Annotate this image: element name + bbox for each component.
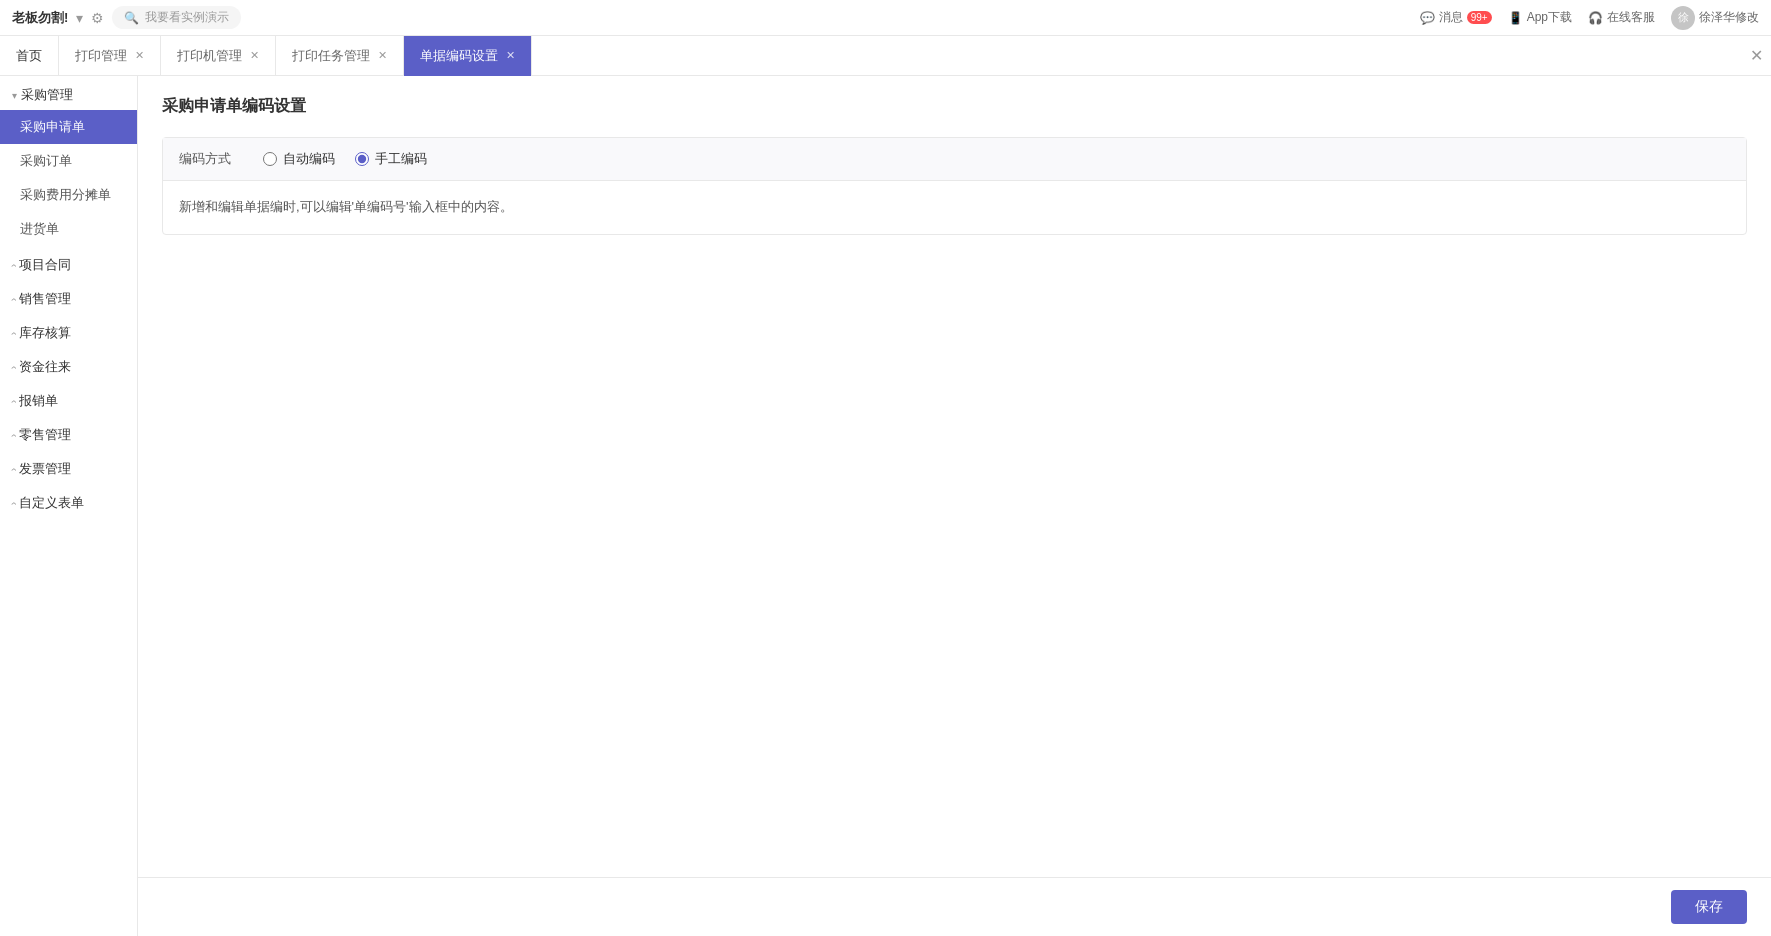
online-service-item[interactable]: 🎧 在线客服	[1588, 9, 1655, 26]
sidebar-group-invoice-mgmt: › 发票管理	[0, 450, 137, 484]
tab-print-task-mgmt[interactable]: 打印任务管理 ✕	[276, 36, 404, 76]
close-panel-icon[interactable]: ✕	[1750, 46, 1763, 65]
sidebar-group-project-contract-header[interactable]: › 项目合同	[0, 246, 137, 280]
sidebar-group-custom-forms-header[interactable]: › 自定义表单	[0, 484, 137, 518]
sidebar-group-funds-label: 资金往来	[19, 358, 71, 376]
sidebar-group-retail-header[interactable]: › 零售管理	[0, 416, 137, 450]
sidebar-group-project-contract: › 项目合同	[0, 246, 137, 280]
sidebar: ▾ 采购管理 采购申请单 采购订单 采购费用分摊单 进货单	[0, 76, 138, 936]
auto-code-label: 自动编码	[283, 150, 335, 168]
sidebar-group-custom-forms: › 自定义表单	[0, 484, 137, 518]
app-icon: 📱	[1508, 11, 1523, 25]
app-logo: 老板勿割!	[12, 9, 68, 27]
sidebar-group-purchase-mgmt-header[interactable]: ▾ 采购管理	[0, 76, 137, 110]
sidebar-group-sales-header[interactable]: › 销售管理	[0, 280, 137, 314]
encoding-radio-group: 自动编码 手工编码	[263, 150, 427, 168]
expand-arrow-invoice: ›	[8, 467, 19, 470]
settings-icon[interactable]: ⚙	[91, 10, 104, 26]
headset-icon: 🎧	[1588, 11, 1603, 25]
top-bar-left: 老板勿割! ▾ ⚙ 🔍 我要看实例演示	[12, 6, 241, 29]
hint-text: 新增和编辑单据编时,可以编辑'单编码号'输入框中的内容。	[163, 181, 1746, 234]
page-title: 采购申请单编码设置	[162, 96, 1747, 117]
top-bar-right: 💬 消息 99+ 📱 App下载 🎧 在线客服 徐 徐泽华修改	[1420, 6, 1759, 30]
encoding-row: 编码方式 自动编码 手工编码	[163, 138, 1746, 181]
manual-code-label: 手工编码	[375, 150, 427, 168]
sidebar-group-sales-label: 销售管理	[19, 290, 71, 308]
app-download-item[interactable]: 📱 App下载	[1508, 9, 1572, 26]
message-label: 消息	[1439, 9, 1463, 26]
expand-arrow-purchase: ▾	[12, 90, 17, 101]
search-icon: 🔍	[124, 11, 139, 25]
manual-code-radio[interactable]	[355, 152, 369, 166]
content-footer: 保存	[138, 877, 1771, 936]
sidebar-group-inventory-header[interactable]: › 库存核算	[0, 314, 137, 348]
sidebar-group-inventory-label: 库存核算	[19, 324, 71, 342]
sidebar-item-purchase-request[interactable]: 采购申请单	[0, 110, 137, 144]
sidebar-group-retail-label: 零售管理	[19, 426, 71, 444]
manual-code-option[interactable]: 手工编码	[355, 150, 427, 168]
app-download-label: App下载	[1527, 9, 1572, 26]
message-item[interactable]: 💬 消息 99+	[1420, 9, 1492, 26]
tab-bar: 首页 打印管理 ✕ 打印机管理 ✕ 打印任务管理 ✕ 单据编码设置 ✕ ✕	[0, 36, 1771, 76]
tab-print-mgmt-close[interactable]: ✕	[135, 49, 144, 62]
sidebar-item-stock-in[interactable]: 进货单	[0, 212, 137, 246]
tab-barcode-settings[interactable]: 单据编码设置 ✕	[404, 36, 532, 76]
main-layout: ▾ 采购管理 采购申请单 采购订单 采购费用分摊单 进货单	[0, 76, 1771, 936]
expand-arrow-funds: ›	[8, 365, 19, 368]
tab-barcode-settings-label: 单据编码设置	[420, 47, 498, 65]
save-button[interactable]: 保存	[1671, 890, 1747, 924]
sidebar-group-custom-forms-label: 自定义表单	[19, 494, 84, 512]
dropdown-icon[interactable]: ▾	[76, 10, 83, 26]
sidebar-group-invoice-label: 发票管理	[19, 460, 71, 478]
sidebar-group-purchase-mgmt: ▾ 采购管理 采购申请单 采购订单 采购费用分摊单 进货单	[0, 76, 137, 246]
online-service-label: 在线客服	[1607, 9, 1655, 26]
message-badge: 99+	[1467, 11, 1492, 24]
expand-arrow-returns: ›	[8, 399, 19, 402]
expand-arrow-custom: ›	[8, 501, 19, 504]
encoding-section: 编码方式 自动编码 手工编码 新增和编辑单据编时,可以编辑'单编码号'输入框中的…	[162, 137, 1747, 235]
tab-barcode-settings-close[interactable]: ✕	[506, 49, 515, 62]
encoding-label: 编码方式	[179, 150, 239, 168]
tab-printer-mgmt-label: 打印机管理	[177, 47, 242, 65]
sidebar-item-purchase-order[interactable]: 采购订单	[0, 144, 137, 178]
auto-code-option[interactable]: 自动编码	[263, 150, 335, 168]
sidebar-group-sales-mgmt: › 销售管理	[0, 280, 137, 314]
expand-arrow-project: ›	[8, 263, 19, 266]
expand-arrow-inventory: ›	[8, 331, 19, 334]
sidebar-group-returns-header[interactable]: › 报销单	[0, 382, 137, 416]
expand-arrow-retail: ›	[8, 433, 19, 436]
sidebar-group-returns: › 报销单	[0, 382, 137, 416]
tab-home-label: 首页	[16, 47, 42, 65]
tab-print-mgmt-label: 打印管理	[75, 47, 127, 65]
expand-arrow-sales: ›	[8, 297, 19, 300]
content-area: 采购申请单编码设置 编码方式 自动编码 手工编码	[138, 76, 1771, 936]
message-icon: 💬	[1420, 11, 1435, 25]
tab-home[interactable]: 首页	[0, 36, 59, 76]
user-item[interactable]: 徐 徐泽华修改	[1671, 6, 1759, 30]
sidebar-item-purchase-expense[interactable]: 采购费用分摊单	[0, 178, 137, 212]
sidebar-group-funds-header[interactable]: › 资金往来	[0, 348, 137, 382]
tab-printer-mgmt[interactable]: 打印机管理 ✕	[161, 36, 276, 76]
sidebar-group-returns-label: 报销单	[19, 392, 58, 410]
sidebar-group-funds: › 资金往来	[0, 348, 137, 382]
avatar: 徐	[1671, 6, 1695, 30]
tab-print-task-mgmt-close[interactable]: ✕	[378, 49, 387, 62]
tab-printer-mgmt-close[interactable]: ✕	[250, 49, 259, 62]
auto-code-radio[interactable]	[263, 152, 277, 166]
search-text: 我要看实例演示	[145, 9, 229, 26]
tab-print-task-mgmt-label: 打印任务管理	[292, 47, 370, 65]
top-bar: 老板勿割! ▾ ⚙ 🔍 我要看实例演示 💬 消息 99+ 📱 App下载 🎧 在…	[0, 0, 1771, 36]
tab-print-mgmt[interactable]: 打印管理 ✕	[59, 36, 161, 76]
user-name: 徐泽华修改	[1699, 9, 1759, 26]
search-bar[interactable]: 🔍 我要看实例演示	[112, 6, 241, 29]
content-main: 采购申请单编码设置 编码方式 自动编码 手工编码	[138, 76, 1771, 877]
sidebar-group-retail-mgmt: › 零售管理	[0, 416, 137, 450]
sidebar-group-project-label: 项目合同	[19, 256, 71, 274]
sidebar-group-purchase-label: 采购管理	[21, 86, 73, 104]
sidebar-group-purchase-items: 采购申请单 采购订单 采购费用分摊单 进货单	[0, 110, 137, 246]
sidebar-group-invoice-header[interactable]: › 发票管理	[0, 450, 137, 484]
sidebar-group-inventory: › 库存核算	[0, 314, 137, 348]
